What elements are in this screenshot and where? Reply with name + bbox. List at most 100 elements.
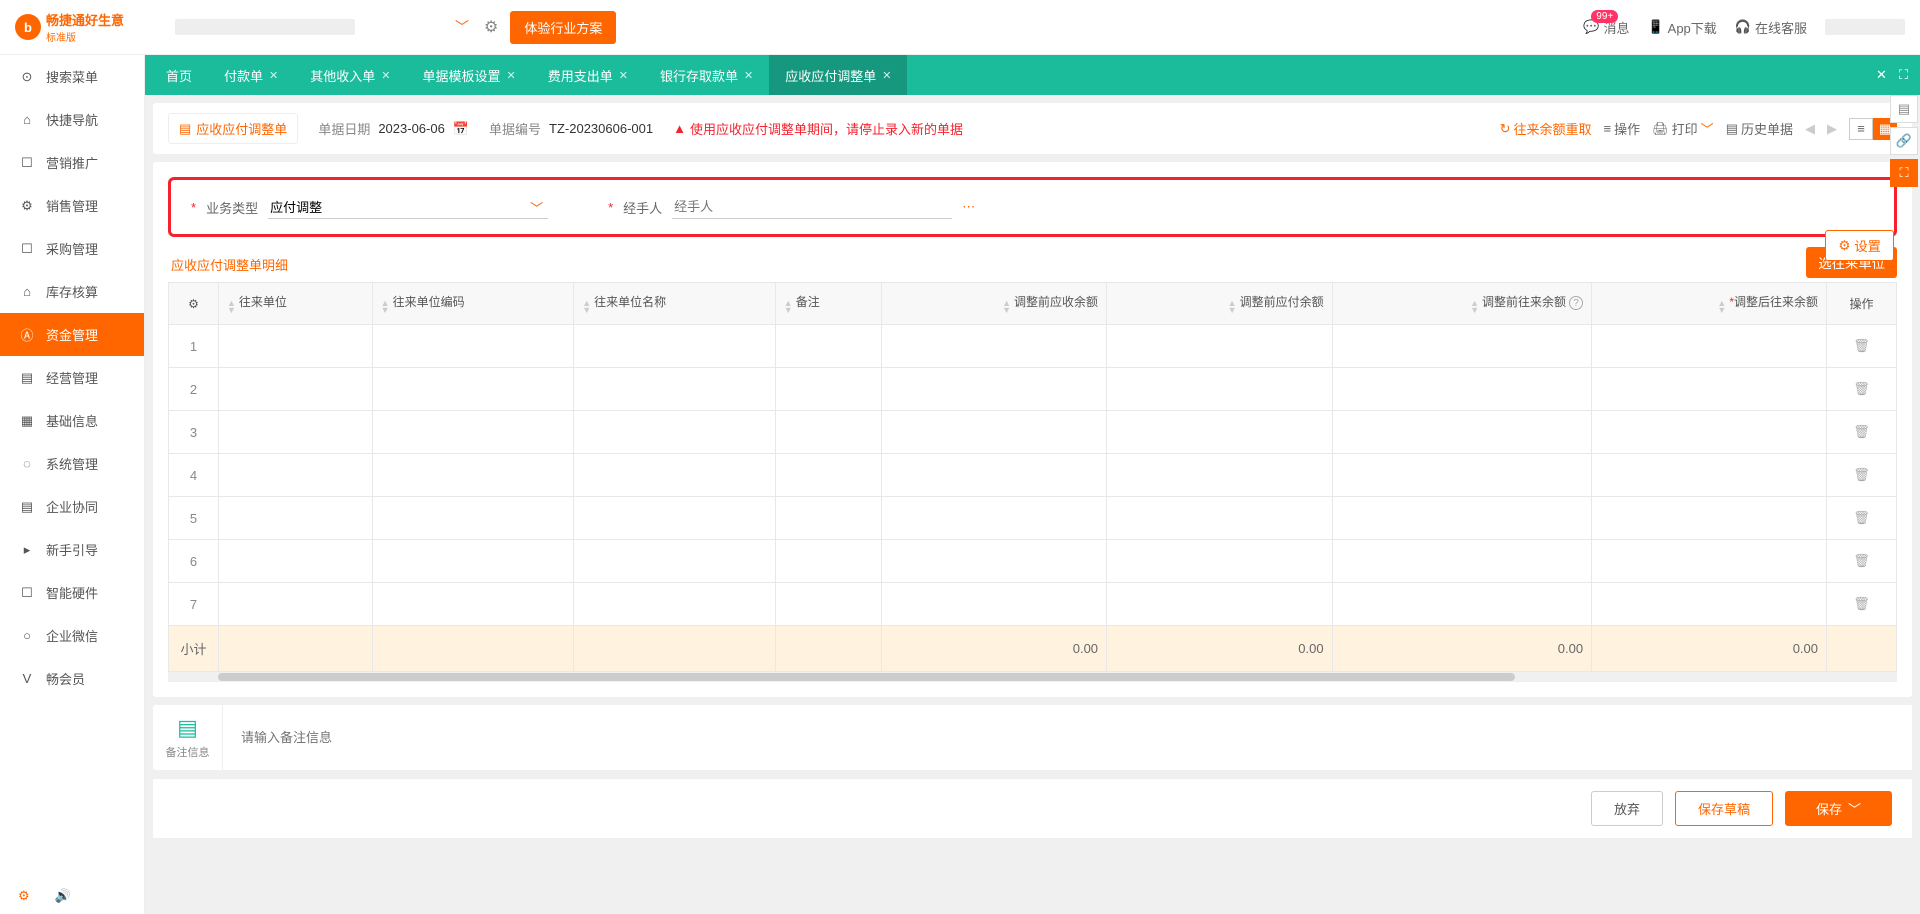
sidebar-item-11[interactable]: ▸新手引导 [0, 528, 144, 571]
rail-expand-icon[interactable]: ⛶ [1890, 159, 1918, 187]
col-operate: 操作 [1827, 283, 1897, 325]
sidebar-label: 销售管理 [46, 196, 98, 215]
more-icon[interactable]: ⋯ [962, 199, 975, 215]
tab-4[interactable]: 费用支出单✕ [532, 55, 644, 95]
close-icon[interactable]: ✕ [269, 69, 278, 82]
online-service-link[interactable]: 🎧 在线客服 [1735, 18, 1807, 37]
delete-row-icon[interactable]: 🗑 [1827, 454, 1897, 497]
col-before-bal[interactable]: ▲▼调整前往来余额? [1332, 283, 1591, 325]
table-row[interactable]: 1🗑 [169, 325, 1897, 368]
history-button[interactable]: ▤ 历史单据 [1726, 119, 1793, 138]
sidebar-item-7[interactable]: ▤经营管理 [0, 356, 144, 399]
delete-row-icon[interactable]: 🗑 [1827, 583, 1897, 626]
close-icon[interactable]: ✕ [507, 69, 516, 82]
col-gear[interactable]: ⚙ [169, 283, 219, 325]
tab-0[interactable]: 首页 [150, 55, 208, 95]
sidebar-label: 库存核算 [46, 282, 98, 301]
sidebar-item-14[interactable]: V畅会员 [0, 657, 144, 700]
close-icon[interactable]: ✕ [744, 69, 753, 82]
sidebar-label: 采购管理 [46, 239, 98, 258]
table-row[interactable]: 5🗑 [169, 497, 1897, 540]
experience-button[interactable]: 体验行业方案 [510, 11, 616, 44]
help-icon[interactable]: ? [1569, 296, 1583, 310]
app-download-link[interactable]: 📱 App下载 [1647, 18, 1716, 37]
tab-3[interactable]: 单据模板设置✕ [406, 55, 531, 95]
sidebar-item-8[interactable]: ▦基础信息 [0, 399, 144, 442]
col-remark[interactable]: ▲▼备注 [775, 283, 881, 325]
reget-balance-button[interactable]: ↻ 往来余额重取 [1500, 119, 1592, 138]
save-button[interactable]: 保存 ﹀ [1785, 791, 1892, 826]
print-button[interactable]: 🖨 打印 ﹀ [1652, 119, 1714, 138]
phone-icon: 📱 [1647, 19, 1663, 35]
sidebar-icon: V [18, 671, 36, 686]
delete-row-icon[interactable]: 🗑 [1827, 368, 1897, 411]
sidebar-item-0[interactable]: ⊙搜索菜单 [0, 55, 144, 98]
messages-link[interactable]: 99+ 💬 消息 [1583, 18, 1629, 37]
sidebar-item-1[interactable]: ⌂快捷导航 [0, 98, 144, 141]
save-draft-button[interactable]: 保存草稿 [1675, 791, 1773, 826]
sidebar-item-13[interactable]: ○企业微信 [0, 614, 144, 657]
col-after-bal[interactable]: ▲▼*调整后往来余额 [1592, 283, 1827, 325]
close-icon[interactable]: ✕ [619, 69, 628, 82]
close-icon[interactable]: ✕ [381, 69, 390, 82]
discard-button[interactable]: 放弃 [1591, 791, 1663, 826]
col-before-recv[interactable]: ▲▼调整前应收余额 [881, 283, 1107, 325]
prev-icon[interactable]: ◀ [1805, 121, 1815, 137]
user-info[interactable] [1825, 19, 1905, 35]
sidebar-item-3[interactable]: ⚙销售管理 [0, 184, 144, 227]
sidebar-item-6[interactable]: Ⓐ 资金管理 [0, 313, 144, 356]
col-unit[interactable]: ▲▼往来单位 [219, 283, 373, 325]
table-row[interactable]: 3🗑 [169, 411, 1897, 454]
sidebar-item-4[interactable]: ☐采购管理 [0, 227, 144, 270]
doc-title: ▤ 应收应付调整单 [168, 113, 298, 144]
tab-expand-icon[interactable]: ⛶ [1899, 67, 1908, 83]
calendar-icon[interactable]: 📅 [453, 121, 469, 137]
org-selector[interactable]: ﹀ [175, 17, 469, 37]
table-row[interactable]: 2🗑 [169, 368, 1897, 411]
sidebar-icon: Ⓐ [18, 325, 36, 344]
form-highlight: * 业务类型 ﹀ * 经手人 ⋯ [168, 177, 1897, 237]
sidebar-label: 资金管理 [46, 325, 98, 344]
biz-type-select[interactable] [268, 195, 548, 219]
sidebar-item-5[interactable]: ⌂ 库存核算 [0, 270, 144, 313]
delete-row-icon[interactable]: 🗑 [1827, 325, 1897, 368]
view-list-button[interactable]: ≡ [1849, 118, 1873, 140]
sidebar-label: 智能硬件 [46, 583, 98, 602]
col-before-pay[interactable]: ▲▼调整前应付余额 [1107, 283, 1333, 325]
sidebar-icon: ▦ [18, 413, 36, 429]
settings-button[interactable]: ⚙ 设置 [1825, 230, 1894, 261]
tab-5[interactable]: 银行存取款单✕ [644, 55, 769, 95]
sidebar-item-2[interactable]: ☐营销推广 [0, 141, 144, 184]
table-row[interactable]: 4🗑 [169, 454, 1897, 497]
delete-row-icon[interactable]: 🗑 [1827, 540, 1897, 583]
sidebar-item-9[interactable]: ◌系统管理 [0, 442, 144, 485]
tab-2[interactable]: 其他收入单✕ [294, 55, 406, 95]
tab-6[interactable]: 应收应付调整单✕ [769, 55, 907, 95]
rail-note-icon[interactable]: ▤ [1890, 95, 1918, 123]
handler-input[interactable] [672, 195, 952, 219]
sidebar-icon: ☐ [18, 155, 36, 171]
remarks-input[interactable] [223, 705, 1912, 770]
tab-close-icon[interactable]: ✕ [1876, 67, 1887, 83]
close-icon[interactable]: ✕ [882, 69, 891, 82]
tab-1[interactable]: 付款单✕ [208, 55, 294, 95]
operate-button[interactable]: ≡ 操作 [1604, 119, 1641, 138]
next-icon[interactable]: ▶ [1827, 121, 1837, 137]
table-row[interactable]: 7🗑 [169, 583, 1897, 626]
col-unit-code[interactable]: ▲▼往来单位编码 [372, 283, 574, 325]
sidebar-icon: ◌ [18, 456, 36, 471]
delete-row-icon[interactable]: 🗑 [1827, 497, 1897, 540]
rail-attach-icon[interactable]: 🔗 [1890, 127, 1918, 155]
sidebar-item-10[interactable]: ▤企业协同 [0, 485, 144, 528]
sidebar-icon: ⌂ [18, 112, 36, 127]
horizontal-scrollbar[interactable] [168, 672, 1897, 682]
delete-row-icon[interactable]: 🗑 [1827, 411, 1897, 454]
col-unit-name[interactable]: ▲▼往来单位名称 [574, 283, 776, 325]
biz-type-field: * 业务类型 ﹀ [191, 195, 548, 219]
table-row[interactable]: 6🗑 [169, 540, 1897, 583]
sidebar-icon: ⌂ [18, 284, 36, 299]
settings-icon[interactable]: ⚙ [18, 888, 30, 904]
sound-icon[interactable]: 🔊 [55, 888, 71, 904]
sidebar-item-12[interactable]: ☐智能硬件 [0, 571, 144, 614]
gear-icon[interactable]: ⚙ [484, 17, 498, 37]
